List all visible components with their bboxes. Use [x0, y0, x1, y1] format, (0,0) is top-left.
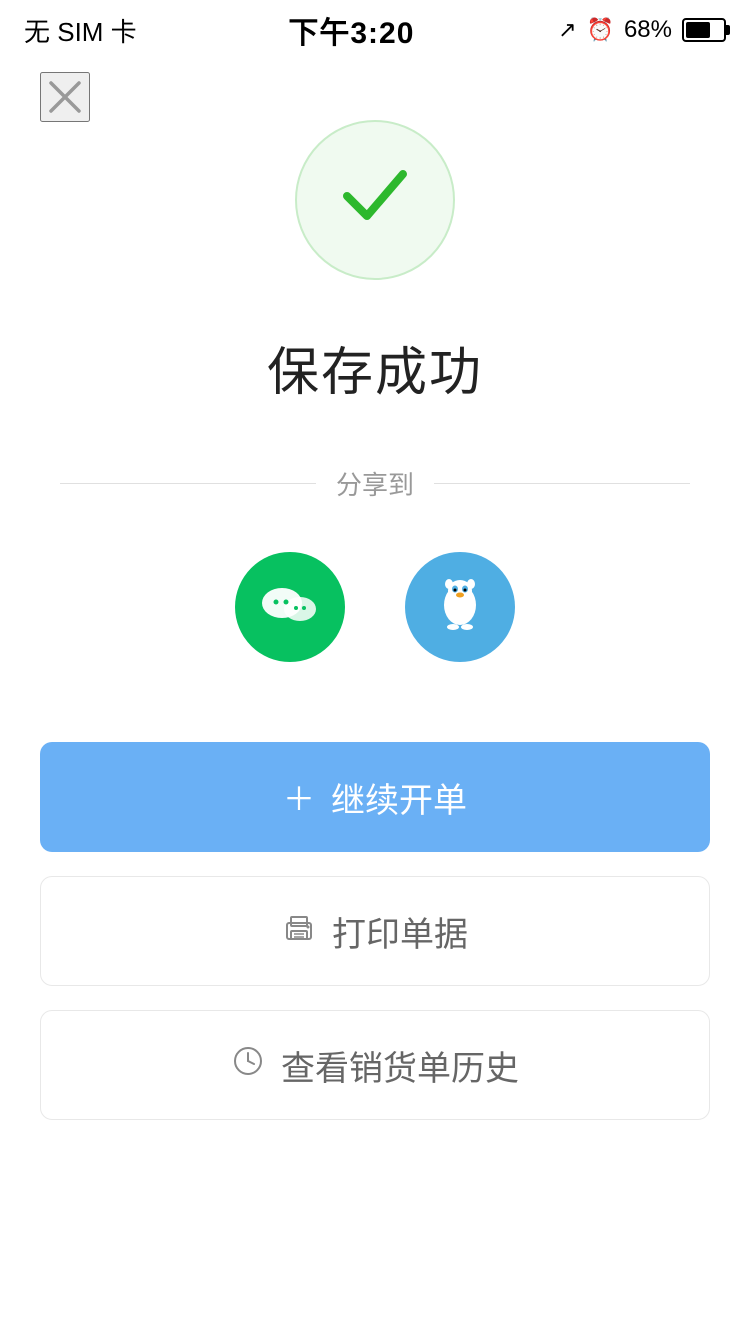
- print-receipt-button[interactable]: 打印单据: [40, 876, 710, 986]
- battery-container: [682, 18, 726, 42]
- action-buttons: ＋ 继续开单 打印单据: [0, 742, 750, 1120]
- continue-order-label: 继续开单: [331, 773, 467, 822]
- share-wechat-button[interactable]: [235, 552, 345, 662]
- battery-text: 68%: [624, 16, 672, 44]
- share-label: 分享到: [336, 465, 414, 502]
- carrier-text: 无 SIM 卡: [24, 12, 137, 49]
- share-divider: 分享到: [0, 465, 750, 502]
- battery-fill: [686, 22, 710, 38]
- success-title: 保存成功: [267, 330, 483, 405]
- status-right: ↗ ⏰ 68%: [558, 16, 726, 44]
- success-circle: [295, 120, 455, 280]
- continue-order-button[interactable]: ＋ 继续开单: [40, 742, 710, 852]
- close-button[interactable]: [40, 72, 90, 122]
- view-history-label: 查看销货单历史: [281, 1041, 519, 1090]
- status-bar: 无 SIM 卡 下午3:20 ↗ ⏰ 68%: [0, 0, 750, 60]
- printer-icon: [282, 910, 316, 952]
- alarm-icon: ⏰: [587, 17, 614, 43]
- divider-line-right: [434, 483, 690, 484]
- main-content: 保存成功 分享到: [0, 60, 750, 1120]
- share-buttons: [235, 552, 515, 662]
- close-icon: [47, 79, 83, 115]
- plus-icon: ＋: [283, 774, 315, 820]
- history-icon: [231, 1044, 265, 1086]
- status-time: 下午3:20: [288, 8, 414, 52]
- share-qq-button[interactable]: [405, 552, 515, 662]
- qq-icon: [428, 575, 492, 639]
- divider-line-left: [60, 483, 316, 484]
- print-receipt-label: 打印单据: [332, 907, 468, 956]
- status-left: 无 SIM 卡: [24, 12, 145, 49]
- check-icon: [335, 154, 415, 247]
- view-history-button[interactable]: 查看销货单历史: [40, 1010, 710, 1120]
- battery-icon: [682, 18, 726, 42]
- wechat-icon: [258, 575, 322, 639]
- location-icon: ↗: [558, 17, 576, 43]
